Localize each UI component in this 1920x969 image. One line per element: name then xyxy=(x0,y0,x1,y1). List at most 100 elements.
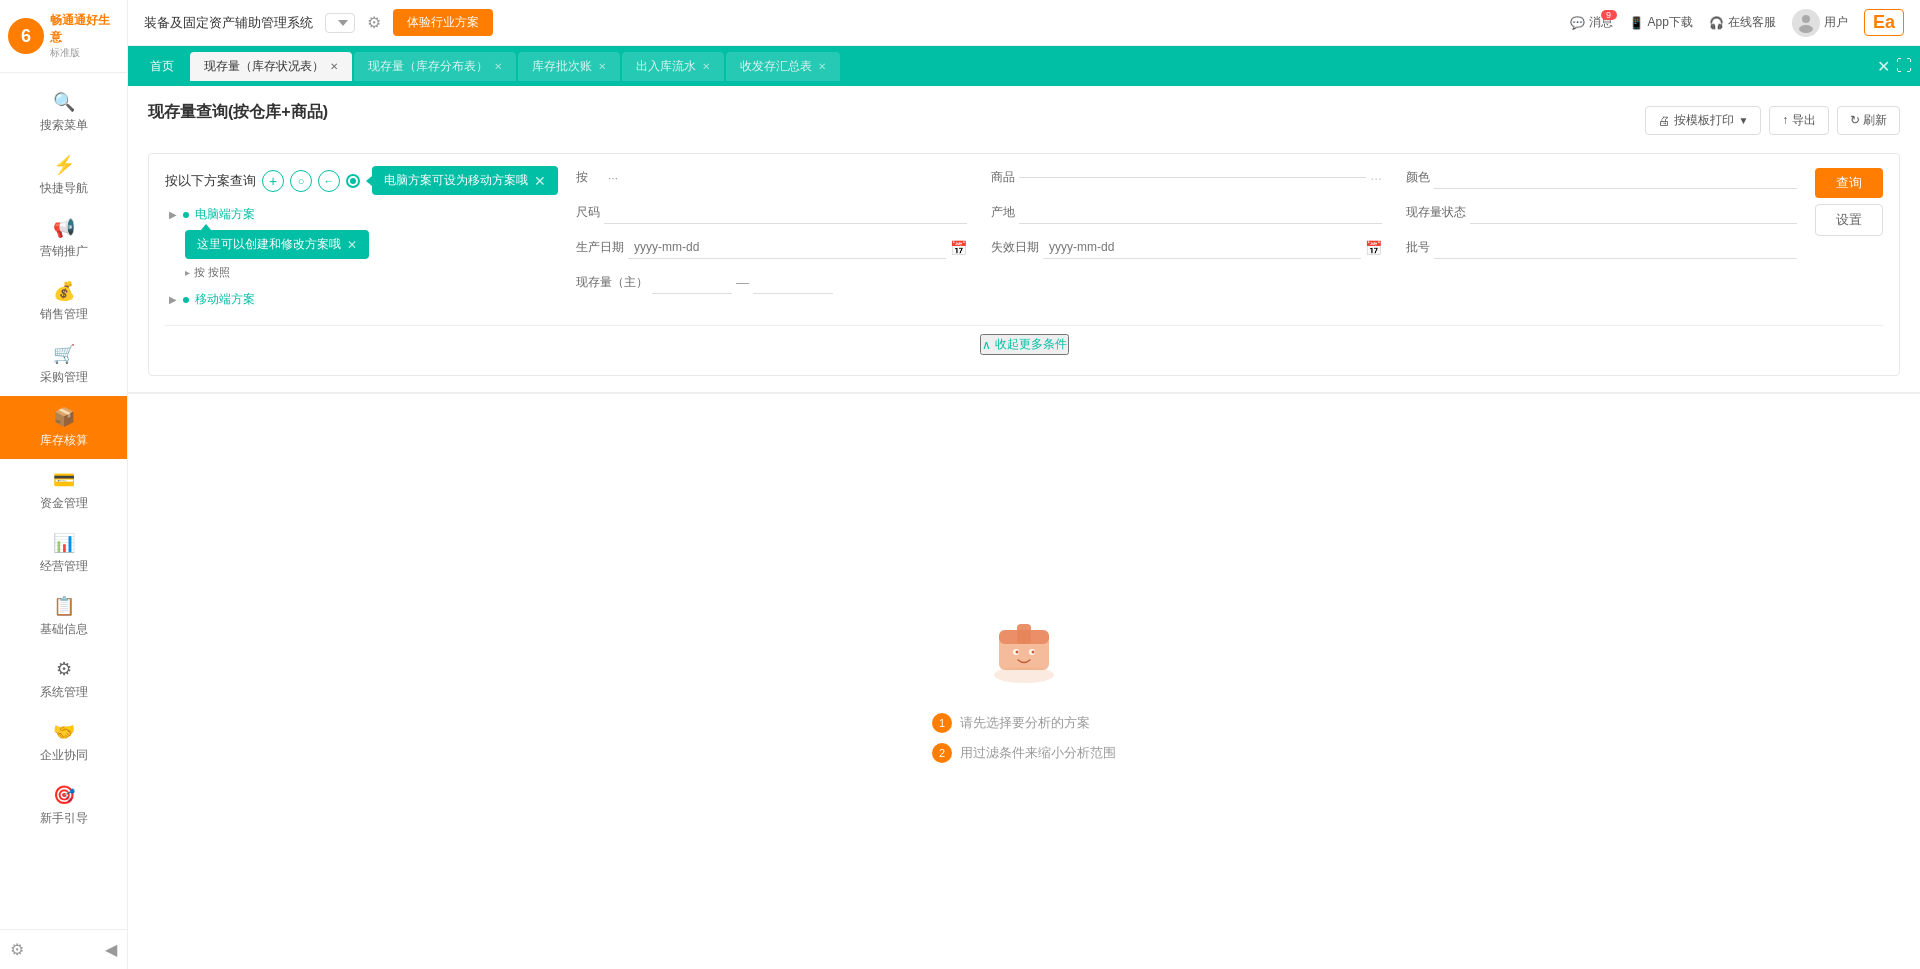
tab-close-in-out-flow[interactable]: ✕ xyxy=(702,61,710,72)
filter-area: 按以下方案查询 + ○ ← 电脑方案可设为移动方案哦 ✕ xyxy=(148,153,1900,376)
quick-nav-icon: ⚡ xyxy=(53,154,75,176)
sidebar-item-marketing[interactable]: 📢 营销推广 xyxy=(0,207,127,270)
sidebar-item-enterprise[interactable]: 🤝 企业协同 xyxy=(0,711,127,774)
collapse-label: 收起更多条件 xyxy=(995,336,1067,353)
scheme-mobile-node[interactable]: ▶ 移动端方案 xyxy=(169,288,558,311)
tab-inventory-dist[interactable]: 现存量（库存分布表） ✕ xyxy=(354,52,516,81)
sidebar-item-basic-info[interactable]: 📋 基础信息 xyxy=(0,585,127,648)
production-date-input[interactable] xyxy=(628,236,946,259)
system-select[interactable] xyxy=(325,13,355,33)
user-initial-btn[interactable]: Ea xyxy=(1864,9,1904,36)
step-2-num: 2 xyxy=(932,743,952,763)
dots1[interactable]: ··· xyxy=(608,171,618,185)
logo-icon: 6 xyxy=(8,18,44,54)
sidebar-item-quick-nav[interactable]: ⚡ 快捷导航 xyxy=(0,144,127,207)
add-scheme-btn[interactable]: + xyxy=(262,170,284,192)
tooltip1-close-btn[interactable]: ✕ xyxy=(534,173,546,189)
logo-text: 畅通通好生意 标准版 xyxy=(50,12,119,60)
page-title: 现存量查询(按仓库+商品) xyxy=(148,102,328,123)
user-menu-btn[interactable]: 用户 xyxy=(1792,9,1848,37)
warehouse-label: 按 xyxy=(576,169,604,186)
tab-receive-send[interactable]: 收发存汇总表 ✕ xyxy=(726,52,840,81)
color-select[interactable] xyxy=(1434,166,1797,189)
logo-area: 6 畅通通好生意 标准版 xyxy=(0,0,127,73)
tab-inventory-status[interactable]: 现存量（库存状况表） ✕ xyxy=(190,52,352,81)
goods-dots[interactable]: ··· xyxy=(1370,170,1382,186)
tab-batch-account[interactable]: 库存批次账 ✕ xyxy=(518,52,620,81)
stock-max-input[interactable] xyxy=(753,271,833,294)
tab-close-batch-account[interactable]: ✕ xyxy=(598,61,606,72)
expiry-date-calendar-icon[interactable]: 📅 xyxy=(1365,240,1382,256)
mobile-scheme-dot xyxy=(183,297,189,303)
tab-close-inventory-status[interactable]: ✕ xyxy=(330,61,338,72)
filter-row-stock-main: 现存量（主） — xyxy=(576,271,967,294)
nav-menu: 🔍 搜索菜单 ⚡ 快捷导航 📢 营销推广 💰 销售管理 🛒 采购管理 📦 库存核… xyxy=(0,73,127,929)
industry-btn[interactable]: 体验行业方案 xyxy=(393,9,493,36)
sidebar-item-guide[interactable]: 🎯 新手引导 xyxy=(0,774,127,837)
batch-label: 批号 xyxy=(1406,239,1430,256)
collapse-btn[interactable]: ∧ 收起更多条件 xyxy=(980,334,1069,355)
tab-close-all-btn[interactable]: ✕ xyxy=(1877,57,1890,76)
filter-row-color: 颜色 xyxy=(1406,166,1797,189)
notification-btn[interactable]: 💬 消息 9 xyxy=(1570,14,1613,31)
sidebar-item-purchase[interactable]: 🛒 采购管理 xyxy=(0,333,127,396)
tab-home[interactable]: 首页 xyxy=(136,52,188,81)
size-select[interactable] xyxy=(604,201,967,224)
finance-icon: 💳 xyxy=(53,469,75,491)
tab-fullscreen-btn[interactable]: ⛶ xyxy=(1896,57,1912,76)
filter-row-expiry-date: 失效日期 📅 xyxy=(991,236,1382,259)
edit-scheme-btn[interactable]: ○ xyxy=(290,170,312,192)
sidebar-item-system[interactable]: ⚙ 系统管理 xyxy=(0,648,127,711)
print-label: 按模板打印 xyxy=(1674,112,1734,129)
print-btn[interactable]: 🖨 按模板打印 ▼ xyxy=(1645,106,1761,135)
filter-row-goods: 商品 ··· xyxy=(991,166,1382,189)
sidebar-item-label: 企业协同 xyxy=(40,747,88,764)
scheme-computer-node[interactable]: ▶ 电脑端方案 xyxy=(169,203,558,226)
top-header: 装备及固定资产辅助管理系统 ⚙ 体验行业方案 💬 消息 9 📱 App下载 🎧 … xyxy=(128,0,1920,46)
tab-in-out-flow[interactable]: 出入库流水 ✕ xyxy=(622,52,724,81)
page-content: 现存量查询(按仓库+商品) 🖨 按模板打印 ▼ ↑ 导出 ↻ 刷新 xyxy=(128,86,1920,969)
back-scheme-btn[interactable]: ← xyxy=(318,170,340,192)
filter-label: 按以下方案查询 xyxy=(165,172,256,190)
settings-btn[interactable]: ⚙ xyxy=(10,940,24,959)
origin-select[interactable] xyxy=(1019,201,1382,224)
search-menu-icon: 🔍 xyxy=(53,91,75,113)
sidebar-item-label: 采购管理 xyxy=(40,369,88,386)
tab-close-inventory-dist[interactable]: ✕ xyxy=(494,61,502,72)
production-date-calendar-icon[interactable]: 📅 xyxy=(950,240,967,256)
printer-icon: 🖨 xyxy=(1658,114,1670,128)
refresh-btn[interactable]: ↻ 刷新 xyxy=(1837,106,1900,135)
expiry-date-input[interactable] xyxy=(1043,236,1361,259)
filter-row-stock-status: 现存量状态 xyxy=(1406,201,1797,224)
sidebar-item-search-menu[interactable]: 🔍 搜索菜单 xyxy=(0,81,127,144)
batch-input[interactable] xyxy=(1434,236,1797,259)
stock-min-input[interactable] xyxy=(652,271,732,294)
sidebar-item-operations[interactable]: 📊 经营管理 xyxy=(0,522,127,585)
sidebar-item-label: 销售管理 xyxy=(40,306,88,323)
svg-rect-5 xyxy=(1017,624,1031,644)
settings-gear-btn[interactable]: ⚙ xyxy=(367,13,381,32)
basic-info-icon: 📋 xyxy=(53,595,75,617)
collapse-row: ∧ 收起更多条件 xyxy=(165,325,1883,363)
app-download-btn[interactable]: 📱 App下载 xyxy=(1629,14,1693,31)
refresh-icon: ↻ xyxy=(1850,113,1860,127)
enterprise-icon: 🤝 xyxy=(53,721,75,743)
online-support-btn[interactable]: 🎧 在线客服 xyxy=(1709,14,1776,31)
sub-label: ▸按 按照 xyxy=(185,263,558,282)
tab-close-receive-send[interactable]: ✕ xyxy=(818,61,826,72)
tab-batch-account-label: 库存批次账 xyxy=(532,58,592,75)
sidebar-item-sales[interactable]: 💰 销售管理 xyxy=(0,270,127,333)
reset-btn[interactable]: 设置 xyxy=(1815,204,1883,236)
tooltip2-close-btn[interactable]: ✕ xyxy=(347,238,357,252)
collapse-sidebar-btn[interactable]: ◀ xyxy=(105,940,117,959)
marketing-icon: 📢 xyxy=(53,217,75,239)
highlight-dot xyxy=(348,176,358,186)
tab-inventory-dist-label: 现存量（库存分布表） xyxy=(368,58,488,75)
sidebar-item-inventory[interactable]: 📦 库存核算 xyxy=(0,396,127,459)
stock-status-select[interactable] xyxy=(1470,201,1797,224)
sidebar-item-finance[interactable]: 💳 资金管理 xyxy=(0,459,127,522)
computer-scheme-label: 电脑端方案 xyxy=(195,206,255,223)
tab-bar: 首页 现存量（库存状况表） ✕ 现存量（库存分布表） ✕ 库存批次账 ✕ 出入库… xyxy=(128,46,1920,86)
export-btn[interactable]: ↑ 导出 xyxy=(1769,106,1828,135)
search-btn[interactable]: 查询 xyxy=(1815,168,1883,198)
